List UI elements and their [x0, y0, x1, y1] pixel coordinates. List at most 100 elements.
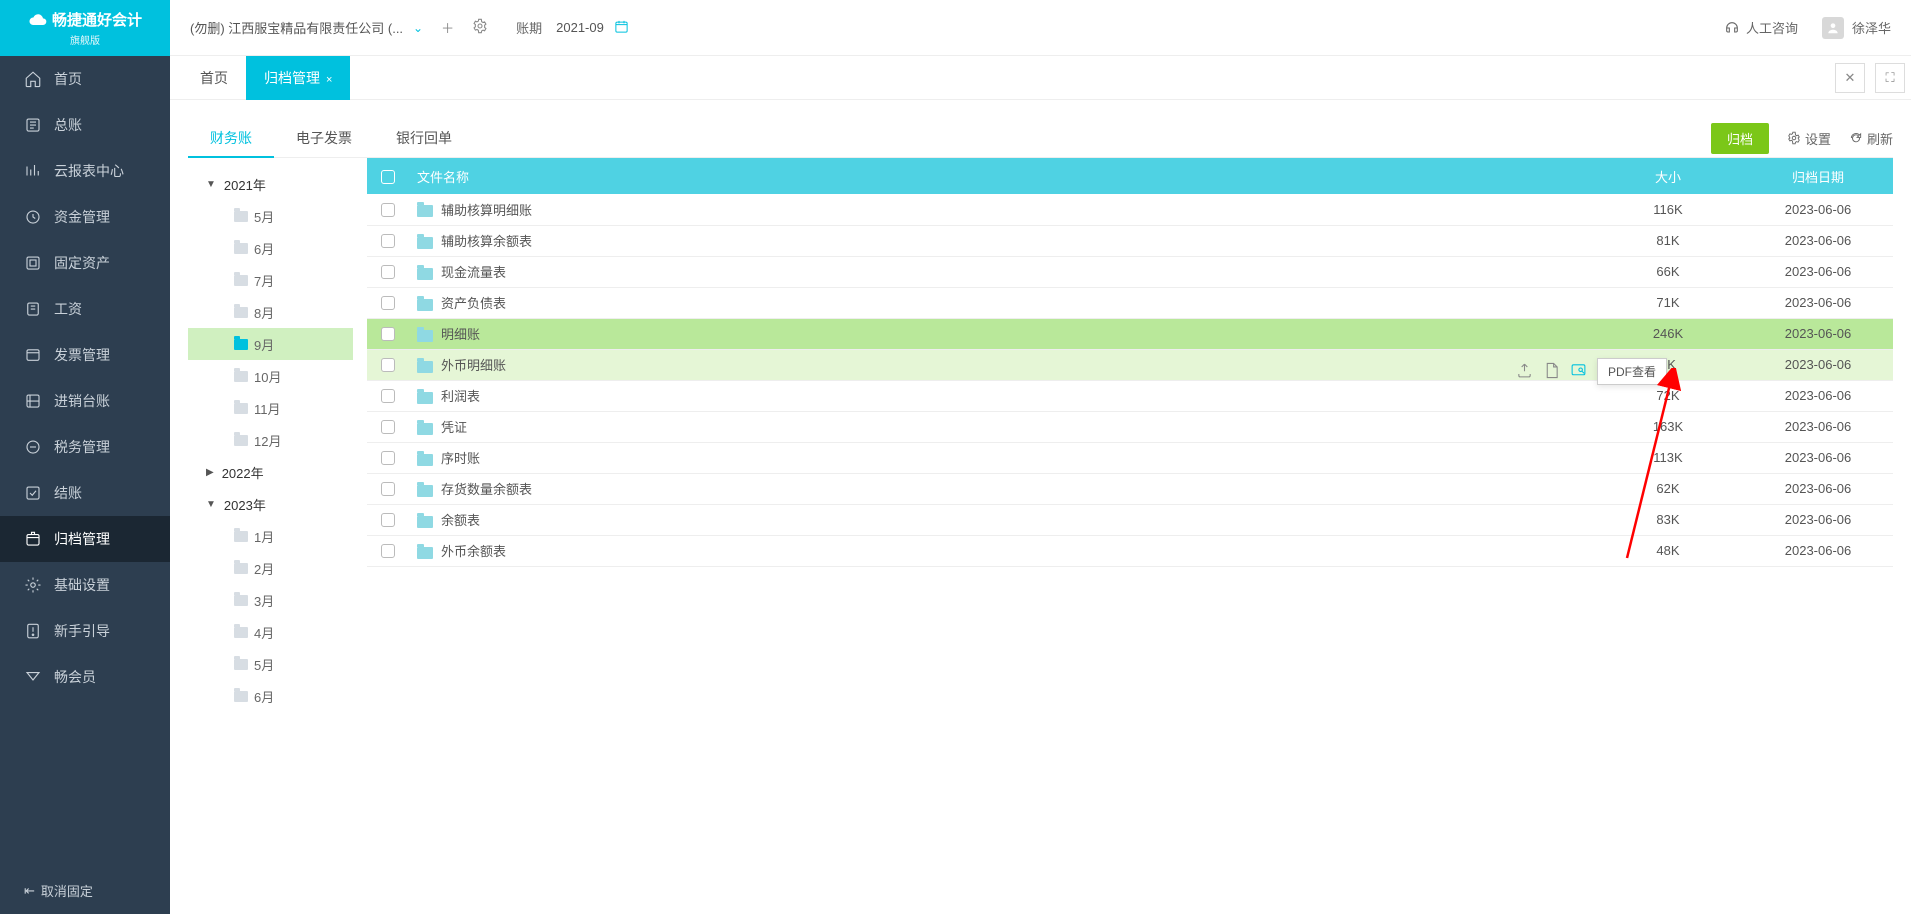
folder-icon [234, 563, 248, 574]
support-link[interactable]: 人工咨询 [1724, 18, 1798, 37]
sidebar-item-4[interactable]: 固定资产 [0, 240, 170, 286]
page-tabs: 首页 归档管理× ✕ ⛶ [170, 56, 1911, 100]
pdf-icon[interactable] [1543, 362, 1560, 379]
calendar-icon[interactable] [614, 19, 629, 37]
add-company-button[interactable]: ＋ [441, 18, 454, 37]
tree-year-2021[interactable]: ▼2021年 [188, 168, 353, 200]
sidebar-item-3[interactable]: 资金管理 [0, 194, 170, 240]
fullscreen-button[interactable]: ⛶ [1875, 63, 1905, 93]
tree-month[interactable]: 6月 [188, 232, 353, 264]
sidebar-item-1[interactable]: 总账 [0, 102, 170, 148]
tree-month[interactable]: 8月 [188, 296, 353, 328]
sidebar-item-label: 进销台账 [54, 391, 110, 411]
row-checkbox[interactable] [381, 389, 395, 403]
tree-month[interactable]: 5月 [188, 200, 353, 232]
table-row[interactable]: 序时账113K2023-06-06 [367, 442, 1893, 473]
tree-month[interactable]: 1月 [188, 520, 353, 552]
period-value[interactable]: 2021-09 [556, 20, 604, 35]
row-checkbox[interactable] [381, 265, 395, 279]
file-table-wrap: 文件名称 大小 归档日期 辅助核算明细账116K2023-06-06辅助核算余额… [367, 158, 1893, 913]
tree-month[interactable]: 2月 [188, 552, 353, 584]
row-checkbox[interactable] [381, 420, 395, 434]
tree-month[interactable]: 12月 [188, 424, 353, 456]
row-checkbox[interactable] [381, 358, 395, 372]
sidebar-item-12[interactable]: 新手引导 [0, 608, 170, 654]
subtab-finance[interactable]: 财务账 [188, 118, 274, 158]
tab-home[interactable]: 首页 [182, 56, 246, 100]
row-checkbox[interactable] [381, 234, 395, 248]
sidebar-unpin[interactable]: ⇤ 取消固定 [0, 867, 170, 914]
settings-link[interactable]: 设置 [1787, 129, 1831, 148]
sidebar-item-label: 总账 [54, 115, 82, 135]
export-icon[interactable] [1516, 362, 1533, 379]
table-row[interactable]: 存货数量余额表62K2023-06-06 [367, 473, 1893, 504]
refresh-link[interactable]: 刷新 [1849, 129, 1893, 148]
file-size: 62K [1593, 473, 1743, 504]
tab-archive-management[interactable]: 归档管理× [246, 56, 350, 100]
tree-month-label: 1月 [254, 527, 274, 546]
refresh-icon [1849, 131, 1863, 145]
pdf-view-icon[interactable] [1570, 362, 1587, 379]
sidebar-item-0[interactable]: 首页 [0, 56, 170, 102]
file-date: 2023-06-06 [1743, 194, 1893, 225]
tree-month[interactable]: 6月 [188, 680, 353, 712]
sidebar-item-7[interactable]: 进销台账 [0, 378, 170, 424]
sidebar-icon [24, 622, 42, 640]
row-checkbox[interactable] [381, 544, 395, 558]
chevron-down-icon: ▼ [206, 499, 216, 510]
table-row[interactable]: 辅助核算明细账116K2023-06-06 [367, 194, 1893, 225]
tree-month[interactable]: 4月 [188, 616, 353, 648]
row-checkbox[interactable] [381, 296, 395, 310]
tree-month-label: 7月 [254, 271, 274, 290]
sidebar-item-10[interactable]: 归档管理 [0, 516, 170, 562]
sidebar-item-9[interactable]: 结账 [0, 470, 170, 516]
file-date: 2023-06-06 [1743, 287, 1893, 318]
company-settings-button[interactable] [472, 18, 488, 37]
file-date: 2023-06-06 [1743, 411, 1893, 442]
tree-month[interactable]: 3月 [188, 584, 353, 616]
company-selector[interactable]: (勿删) 江西服宝精品有限责任公司 (... ⌄ [190, 18, 423, 37]
table-row[interactable]: 明细账246K2023-06-06 [367, 318, 1893, 349]
tree-month[interactable]: 7月 [188, 264, 353, 296]
close-all-button[interactable]: ✕ [1835, 63, 1865, 93]
tree-month[interactable]: 5月 [188, 648, 353, 680]
sidebar-item-6[interactable]: 发票管理 [0, 332, 170, 378]
user-menu[interactable]: 徐泽华 [1822, 17, 1891, 39]
tree-month[interactable]: 9月 [188, 328, 353, 360]
file-name: 外币明细账 [441, 358, 506, 373]
sidebar-item-label: 税务管理 [54, 437, 110, 457]
row-checkbox[interactable] [381, 513, 395, 527]
sidebar-item-5[interactable]: 工资 [0, 286, 170, 332]
subtab-einvoice[interactable]: 电子发票 [274, 118, 374, 158]
sidebar-item-2[interactable]: 云报表中心 [0, 148, 170, 194]
archive-button[interactable]: 归档 [1711, 123, 1769, 154]
row-checkbox[interactable] [381, 203, 395, 217]
table-row[interactable]: 资产负债表71K2023-06-06 [367, 287, 1893, 318]
sidebar-icon [24, 668, 42, 686]
avatar-icon [1822, 17, 1844, 39]
file-size: 163K [1593, 411, 1743, 442]
tree-month-label: 5月 [254, 655, 274, 674]
tree-month[interactable]: 10月 [188, 360, 353, 392]
sidebar-item-13[interactable]: 畅会员 [0, 654, 170, 700]
file-name: 存货数量余额表 [441, 482, 532, 497]
sidebar: 畅捷通好会计 旗舰版 首页总账云报表中心资金管理固定资产工资发票管理进销台账税务… [0, 0, 170, 914]
sidebar-item-11[interactable]: 基础设置 [0, 562, 170, 608]
table-row[interactable]: 余额表83K2023-06-06 [367, 504, 1893, 535]
table-row[interactable]: 辅助核算余额表81K2023-06-06 [367, 225, 1893, 256]
tree-year-2023[interactable]: ▼2023年 [188, 488, 353, 520]
row-checkbox[interactable] [381, 327, 395, 341]
row-checkbox[interactable] [381, 451, 395, 465]
select-all-checkbox[interactable] [381, 170, 395, 184]
tree-month[interactable]: 11月 [188, 392, 353, 424]
close-icon[interactable]: × [326, 74, 332, 86]
subtab-bankreceipt[interactable]: 银行回单 [374, 118, 474, 158]
table-row[interactable]: 凭证163K2023-06-06 [367, 411, 1893, 442]
row-checkbox[interactable] [381, 482, 395, 496]
sidebar-icon [24, 576, 42, 594]
tree-year-2022[interactable]: ▶2022年 [188, 456, 353, 488]
table-row[interactable]: 外币余额表48K2023-06-06 [367, 535, 1893, 566]
tree-month-label: 12月 [254, 431, 281, 450]
table-row[interactable]: 现金流量表66K2023-06-06 [367, 256, 1893, 287]
sidebar-item-8[interactable]: 税务管理 [0, 424, 170, 470]
